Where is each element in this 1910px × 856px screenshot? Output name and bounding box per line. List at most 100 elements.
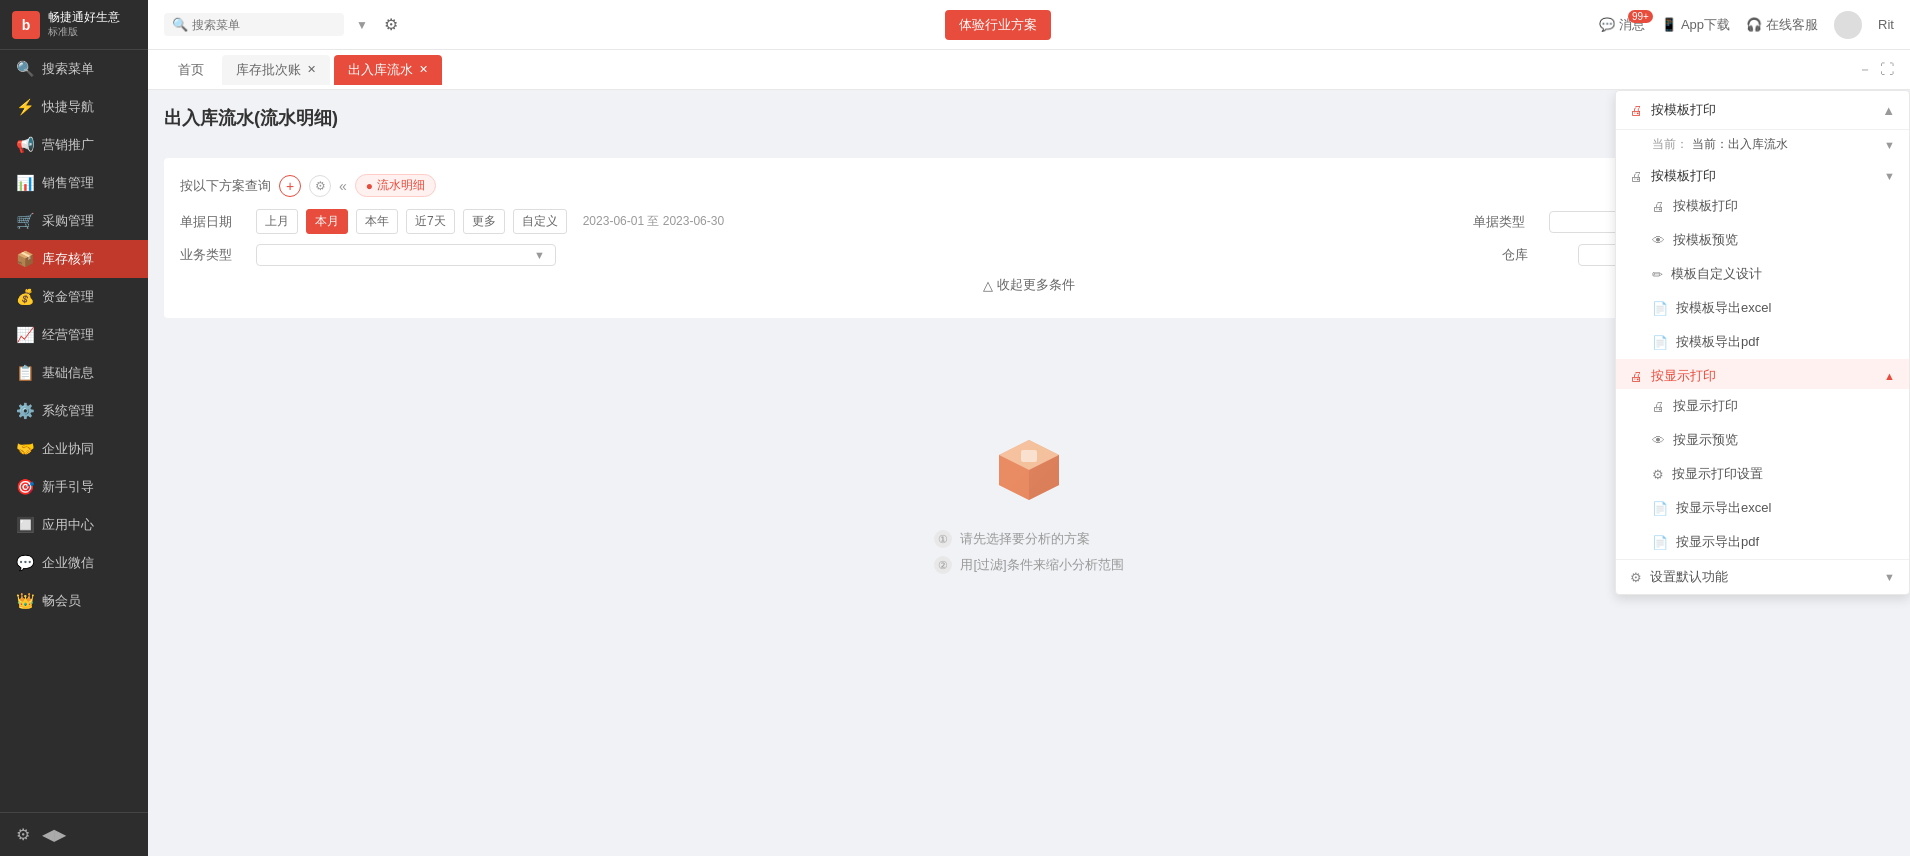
current-caret-icon: ▼ — [1884, 139, 1895, 151]
display-section-header[interactable]: 🖨 按显示打印 ▲ — [1616, 359, 1909, 389]
dp-pdf-label: 按显示导出pdf — [1676, 533, 1759, 551]
dropdown-title: 按模板打印 — [1651, 101, 1716, 119]
app-download-label: App下载 — [1681, 16, 1730, 34]
sidebar-item-system[interactable]: ⚙️ 系统管理 — [0, 392, 148, 430]
sidebar-item-purchase-label: 采购管理 — [42, 212, 94, 230]
date-btn-current-year[interactable]: 本年 — [356, 209, 398, 234]
tab-batch[interactable]: 库存批次账 ✕ — [222, 55, 330, 85]
tab-home-label: 首页 — [178, 61, 204, 79]
biztype-select[interactable]: ▼ — [256, 244, 556, 266]
tab-flow-close[interactable]: ✕ — [419, 63, 428, 76]
message-btn[interactable]: 💬 消息 99+ — [1599, 16, 1645, 34]
username-label: Rit — [1878, 17, 1894, 32]
sidebar-item-purchase[interactable]: 🛒 采购管理 — [0, 202, 148, 240]
date-btn-last-month[interactable]: 上月 — [256, 209, 298, 234]
display-pdf-item[interactable]: 📄 按显示导出pdf — [1616, 525, 1909, 559]
filter-collapse-arrow[interactable]: « — [339, 178, 347, 194]
sidebar-item-search[interactable]: 🔍 搜索菜单 — [0, 50, 148, 88]
dp-pdf-icon: 📄 — [1652, 535, 1668, 550]
display-print-item[interactable]: 🖨 按显示打印 — [1616, 389, 1909, 423]
sidebar-item-basic[interactable]: 📋 基础信息 — [0, 354, 148, 392]
template-pdf-item[interactable]: 📄 按模板导出pdf — [1616, 325, 1909, 359]
sidebar-item-guide-label: 新手引导 — [42, 478, 94, 496]
sidebar-item-collab-label: 企业协同 — [42, 440, 94, 458]
trial-btn[interactable]: 体验行业方案 — [945, 10, 1051, 40]
app-download-btn[interactable]: 📱 App下载 — [1661, 16, 1730, 34]
app-edition: 标准版 — [48, 25, 120, 39]
display-settings-item[interactable]: ⚙ 按显示打印设置 — [1616, 457, 1909, 491]
date-range: 2023-06-01 至 2023-06-30 — [583, 213, 724, 230]
date-btn-more[interactable]: 更多 — [463, 209, 505, 234]
date-btn-current-month[interactable]: 本月 — [306, 209, 348, 234]
dp-print-label: 按显示打印 — [1673, 397, 1738, 415]
date-btn-last7[interactable]: 近7天 — [406, 209, 455, 234]
tab-batch-label: 库存批次账 — [236, 61, 301, 79]
tab-home[interactable]: 首页 — [164, 55, 218, 85]
settings-footer-btn[interactable]: ⚙ — [16, 825, 30, 844]
tp-custom-label: 模板自定义设计 — [1671, 265, 1762, 283]
system-icon: ⚙️ — [16, 402, 34, 420]
default-settings-item[interactable]: ⚙ 设置默认功能 ▼ — [1616, 560, 1909, 594]
collab-icon: 🤝 — [16, 440, 34, 458]
topbar-caret-icon[interactable]: ▼ — [356, 18, 368, 32]
filter-title: 按以下方案查询 — [180, 177, 271, 195]
template-print-item[interactable]: 🖨 按模板打印 — [1616, 189, 1909, 223]
sidebar-item-member-label: 畅会员 — [42, 592, 81, 610]
minimize-icon[interactable]: － — [1858, 61, 1872, 79]
sidebar-item-collab[interactable]: 🤝 企业协同 — [0, 430, 148, 468]
template-section-caret: ▼ — [1884, 170, 1895, 182]
template-section-header[interactable]: 🖨 按模板打印 ▼ — [1616, 159, 1909, 189]
sidebar-item-guide[interactable]: 🎯 新手引导 — [0, 468, 148, 506]
display-excel-item[interactable]: 📄 按显示导出excel — [1616, 491, 1909, 525]
search-input[interactable] — [192, 18, 312, 32]
sidebar-item-marketing[interactable]: 📢 营销推广 — [0, 126, 148, 164]
wechat-icon: 💬 — [16, 554, 34, 572]
display-preview-item[interactable]: 👁 按显示预览 — [1616, 423, 1909, 457]
display-section-title: 🖨 按显示打印 — [1630, 367, 1716, 385]
template-custom-item[interactable]: ✏ 模板自定义设计 — [1616, 257, 1909, 291]
filter-tag-dot: ● — [366, 179, 373, 193]
sidebar-item-sales[interactable]: 📊 销售管理 — [0, 164, 148, 202]
maximize-icon[interactable]: ⛶ — [1880, 61, 1894, 79]
empty-step-1: ① 请先选择要分析的方案 — [934, 530, 1123, 548]
topbar-gear-icon[interactable]: ⚙ — [384, 15, 398, 34]
sidebar-item-system-label: 系统管理 — [42, 402, 94, 420]
sidebar-item-apps[interactable]: 🔲 应用中心 — [0, 506, 148, 544]
dropdown-up-arrow[interactable]: ▲ — [1882, 103, 1895, 118]
empty-step-2: ② 用[过滤]条件来缩小分析范围 — [934, 556, 1123, 574]
display-section-label: 按显示打印 — [1651, 367, 1716, 385]
date-btn-custom[interactable]: 自定义 — [513, 209, 567, 234]
sidebar-item-member[interactable]: 👑 畅会员 — [0, 582, 148, 620]
filter-add-btn[interactable]: + — [279, 175, 301, 197]
service-label: 在线客服 — [1766, 16, 1818, 34]
biztype-caret-icon: ▼ — [534, 249, 545, 261]
sidebar-item-inventory[interactable]: 📦 库存核算 — [0, 240, 148, 278]
online-service-btn[interactable]: 🎧 在线客服 — [1746, 16, 1818, 34]
tab-flow[interactable]: 出入库流水 ✕ — [334, 55, 442, 85]
user-avatar[interactable] — [1834, 11, 1862, 39]
inventory-icon: 📦 — [16, 250, 34, 268]
topbar-search-box[interactable]: 🔍 — [164, 13, 344, 36]
search-icon-topbar: 🔍 — [172, 17, 188, 32]
filter-gear-btn[interactable]: ⚙ — [309, 175, 331, 197]
template-section-title: 🖨 按模板打印 — [1630, 167, 1716, 185]
tp-preview-icon: 👁 — [1652, 233, 1665, 248]
logo-area: b 畅捷通好生意 标准版 — [0, 0, 148, 50]
sidebar-item-wechat[interactable]: 💬 企业微信 — [0, 544, 148, 582]
marketing-icon: 📢 — [16, 136, 34, 154]
sidebar-item-operation[interactable]: 📈 经营管理 — [0, 316, 148, 354]
logo-icon: b — [12, 11, 40, 39]
template-preview-item[interactable]: 👁 按模板预览 — [1616, 223, 1909, 257]
collapse-footer-btn[interactable]: ◀▶ — [42, 825, 66, 844]
message-badge: 99+ — [1628, 10, 1653, 23]
template-excel-item[interactable]: 📄 按模板导出excel — [1616, 291, 1909, 325]
search-icon: 🔍 — [16, 60, 34, 78]
date-filter: 上月 本月 本年 近7天 更多 自定义 — [256, 209, 567, 234]
sidebar-item-search-label: 搜索菜单 — [42, 60, 94, 78]
basic-icon: 📋 — [16, 364, 34, 382]
sidebar-item-finance[interactable]: 💰 资金管理 — [0, 278, 148, 316]
sidebar-item-quicknav[interactable]: ⚡ 快捷导航 — [0, 88, 148, 126]
tab-batch-close[interactable]: ✕ — [307, 63, 316, 76]
filter-tag[interactable]: ● 流水明细 — [355, 174, 436, 197]
sales-icon: 📊 — [16, 174, 34, 192]
